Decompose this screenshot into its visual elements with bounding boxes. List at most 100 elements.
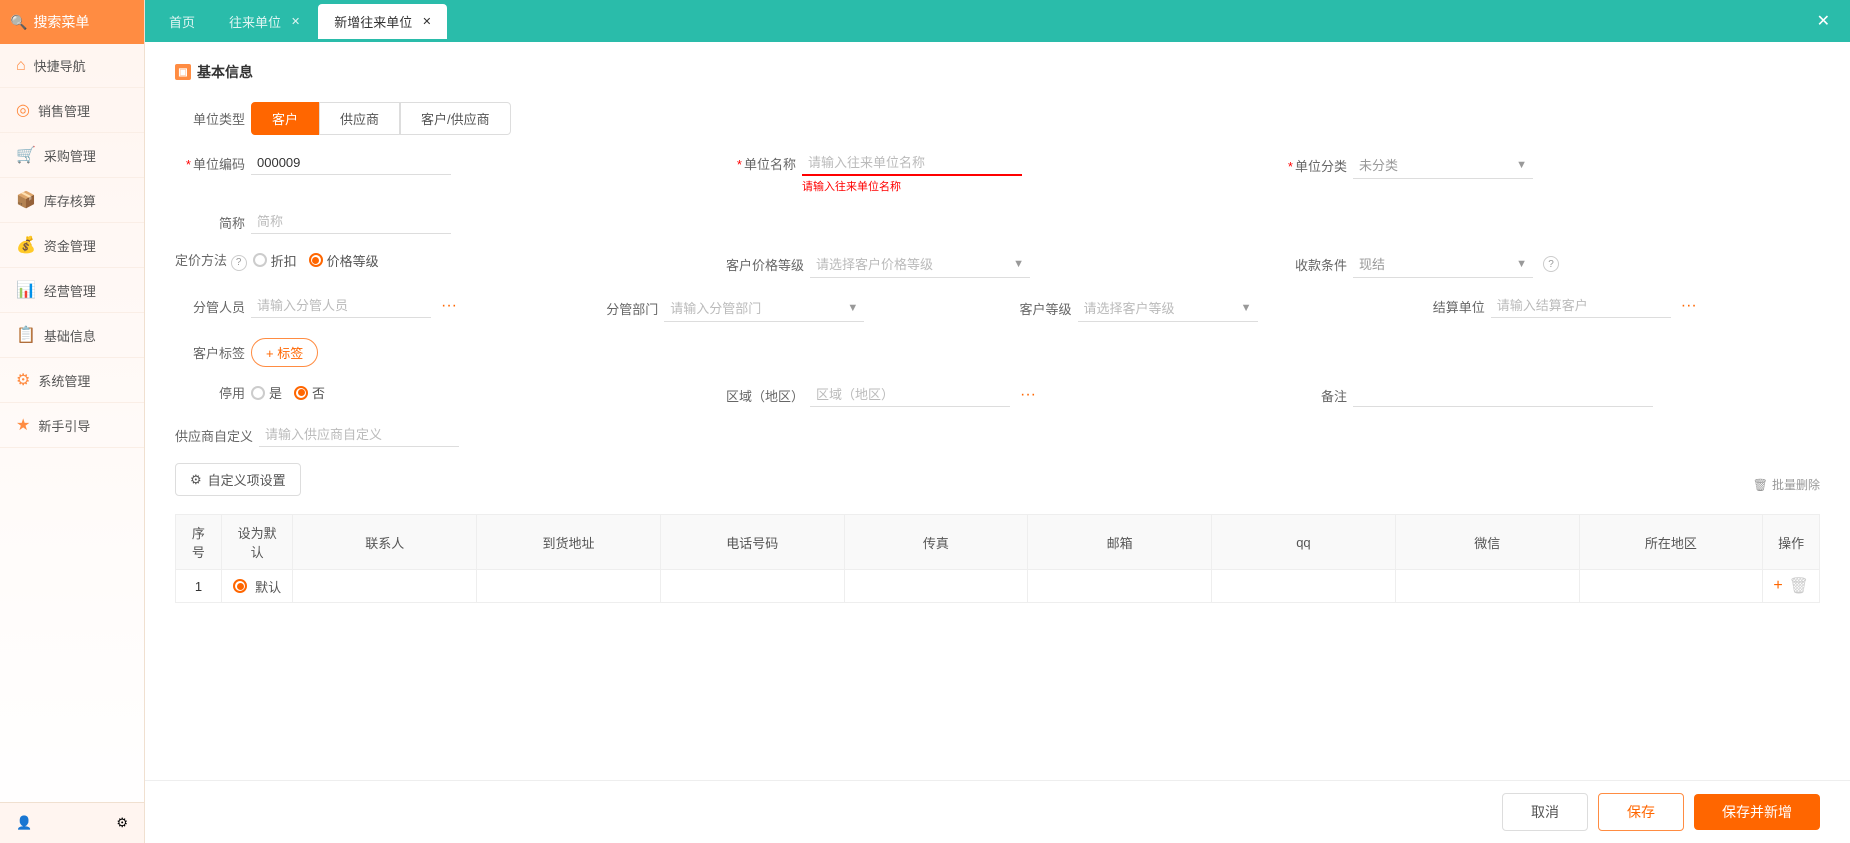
type-btn-supplier[interactable]: 供应商 — [319, 102, 400, 135]
customer-price-level-field: 客户价格等级 请选择客户价格等级 ▼ — [726, 250, 1269, 278]
cell-fax[interactable] — [844, 570, 1028, 603]
fax-input[interactable] — [855, 579, 1018, 594]
short-name-input[interactable] — [251, 210, 451, 234]
manager-input[interactable] — [251, 294, 431, 318]
payment-terms-select[interactable]: 现结 ▼ — [1353, 250, 1533, 278]
unit-type-buttons: 客户 供应商 客户/供应商 — [251, 102, 511, 135]
pricing-discount-radio[interactable]: 折扣 — [253, 251, 297, 270]
unit-category-select[interactable]: 未分类 ▼ — [1353, 151, 1533, 179]
unit-code-label: *单位编码 — [175, 154, 245, 173]
region-label: 区域（地区） — [726, 386, 804, 405]
region-more-icon[interactable]: ··· — [1016, 386, 1040, 404]
col-address: 到货地址 — [477, 515, 661, 570]
disabled-yes-radio[interactable]: 是 — [251, 383, 282, 402]
table-header-row: 序号 设为默认 联系人 到货地址 电话号码 传真 邮箱 qq 微信 所在地区 操… — [176, 515, 1820, 570]
disabled-no-radio[interactable]: 否 — [294, 383, 325, 402]
cell-default: 默认 — [221, 570, 293, 603]
sidebar-item-finance[interactable]: 💰资金管理 — [0, 223, 144, 268]
unit-code-field: *单位编码 — [175, 151, 718, 175]
unit-name-wrapper: *单位名称 请输入往来单位名称 — [726, 151, 1269, 194]
sidebar-item-guide[interactable]: ★新手引导 — [0, 403, 144, 448]
custom-settings-button[interactable]: ⚙ 自定义项设置 — [175, 463, 301, 496]
disabled-region-row: 停用 是 否 区域（地区） ··· — [175, 383, 1820, 407]
tab-label-partners: 往来单位 — [229, 12, 281, 31]
disabled-radio-group: 是 否 — [251, 383, 325, 402]
unit-category-label: *单位分类 — [1277, 156, 1347, 175]
sidebar-label-quick-nav: 快捷导航 — [34, 56, 86, 75]
cell-address[interactable] — [477, 570, 661, 603]
sidebar-item-sales[interactable]: ◎销售管理 — [0, 88, 144, 133]
cell-region[interactable] — [1579, 570, 1763, 603]
unit-code-input[interactable] — [251, 151, 451, 175]
sidebar-item-base-info[interactable]: 📋基础信息 — [0, 313, 144, 358]
unit-category-value: 未分类 — [1359, 155, 1398, 174]
remarks-input[interactable] — [1353, 383, 1653, 407]
sidebar-item-quick-nav[interactable]: ⌂快捷导航 — [0, 44, 144, 88]
settings-icon: ⚙ — [116, 815, 128, 831]
tab-close-partners[interactable]: ✕ — [291, 15, 300, 28]
cell-qq[interactable] — [1212, 570, 1396, 603]
pricing-help-icon[interactable]: ? — [231, 255, 247, 271]
unit-name-input[interactable] — [802, 151, 1022, 176]
add-tag-button[interactable]: + 标签 — [251, 338, 318, 367]
search-menu[interactable]: 🔍 搜索菜单 — [0, 0, 144, 44]
qq-input[interactable] — [1222, 579, 1385, 594]
payment-terms-field: 收款条件 现结 ▼ ? — [1277, 250, 1820, 278]
cancel-button[interactable]: 取消 — [1502, 793, 1588, 831]
tab-close-new-partner[interactable]: ✕ — [422, 15, 431, 28]
sidebar-item-operations[interactable]: 📊经营管理 — [0, 268, 144, 313]
customer-price-level-select[interactable]: 请选择客户价格等级 ▼ — [810, 250, 1030, 278]
pricing-radio-group: 折扣 价格等级 — [253, 251, 379, 270]
tab-partners[interactable]: 往来单位 ✕ — [213, 4, 316, 39]
add-row-button[interactable]: + — [1773, 577, 1782, 595]
code-name-category-row: *单位编码 *单位名称 请输入往来单位名称 *单位分类 — [175, 151, 1820, 194]
supplier-custom-input[interactable] — [259, 423, 459, 447]
sidebar-item-system[interactable]: ⚙系统管理 — [0, 358, 144, 403]
phone-input[interactable] — [671, 579, 834, 594]
customer-level-field: 客户等级 请选择客户等级 ▼ — [1002, 294, 1407, 322]
email-input[interactable] — [1038, 579, 1201, 594]
manager-row: 分管人员 ··· 分管部门 请输入分管部门 ▼ 客户等级 请选择客户等级 ▼ — [175, 294, 1820, 322]
customer-level-select[interactable]: 请选择客户等级 ▼ — [1078, 294, 1258, 322]
type-btn-both[interactable]: 客户/供应商 — [400, 102, 511, 135]
row-default-label: 默认 — [255, 577, 281, 596]
sidebar-item-inventory[interactable]: 📦库存核算 — [0, 178, 144, 223]
batch-delete-button[interactable]: 🗑 批量删除 — [1753, 476, 1820, 493]
window-close-button[interactable]: ✕ — [1805, 11, 1842, 31]
wechat-input[interactable] — [1406, 579, 1569, 594]
cell-wechat[interactable] — [1395, 570, 1579, 603]
search-icon: 🔍 — [10, 14, 27, 31]
category-arrow-icon: ▼ — [1516, 159, 1527, 171]
address-input[interactable] — [487, 579, 650, 594]
settlement-field: 结算单位 ··· — [1415, 294, 1820, 318]
row-default-radio[interactable]: 默认 — [232, 577, 283, 596]
tab-home[interactable]: 首页 — [153, 4, 211, 39]
sidebar-item-purchase[interactable]: 🛒采购管理 — [0, 133, 144, 178]
tab-new-partner[interactable]: 新增往来单位✕ — [318, 4, 447, 39]
save-new-button[interactable]: 保存并新增 — [1694, 794, 1820, 830]
col-default: 设为默认 — [221, 515, 293, 570]
settlement-input[interactable] — [1491, 294, 1671, 318]
pricing-level-radio[interactable]: 价格等级 — [309, 251, 379, 270]
region-cell-input[interactable] — [1590, 579, 1753, 594]
supplier-custom-label: 供应商自定义 — [175, 426, 253, 445]
disabled-no-label: 否 — [312, 383, 325, 402]
delete-row-button[interactable]: 🗑 — [1789, 576, 1809, 596]
region-input[interactable] — [810, 383, 1010, 407]
type-btn-customer[interactable]: 客户 — [251, 102, 319, 135]
settlement-more-icon[interactable]: ··· — [1677, 297, 1701, 315]
payment-terms-value: 现结 — [1359, 254, 1385, 273]
sidebar-icon-guide: ★ — [16, 415, 30, 435]
cell-email[interactable] — [1028, 570, 1212, 603]
sidebar: 🔍 搜索菜单 ⌂快捷导航◎销售管理🛒采购管理📦库存核算💰资金管理📊经营管理📋基础… — [0, 0, 145, 843]
tab-bar: 首页往来单位✕新增往来单位✕ ✕ — [145, 0, 1850, 42]
disabled-yes-label: 是 — [269, 383, 282, 402]
manager-more-icon[interactable]: ··· — [437, 297, 461, 315]
payment-terms-help-icon[interactable]: ? — [1543, 256, 1559, 272]
save-button[interactable]: 保存 — [1598, 793, 1684, 831]
department-select[interactable]: 请输入分管部门 ▼ — [664, 294, 864, 322]
cell-phone[interactable] — [660, 570, 844, 603]
contact-input[interactable] — [303, 579, 466, 594]
cell-contact[interactable] — [293, 570, 477, 603]
sidebar-icon-finance: 💰 — [16, 235, 36, 255]
